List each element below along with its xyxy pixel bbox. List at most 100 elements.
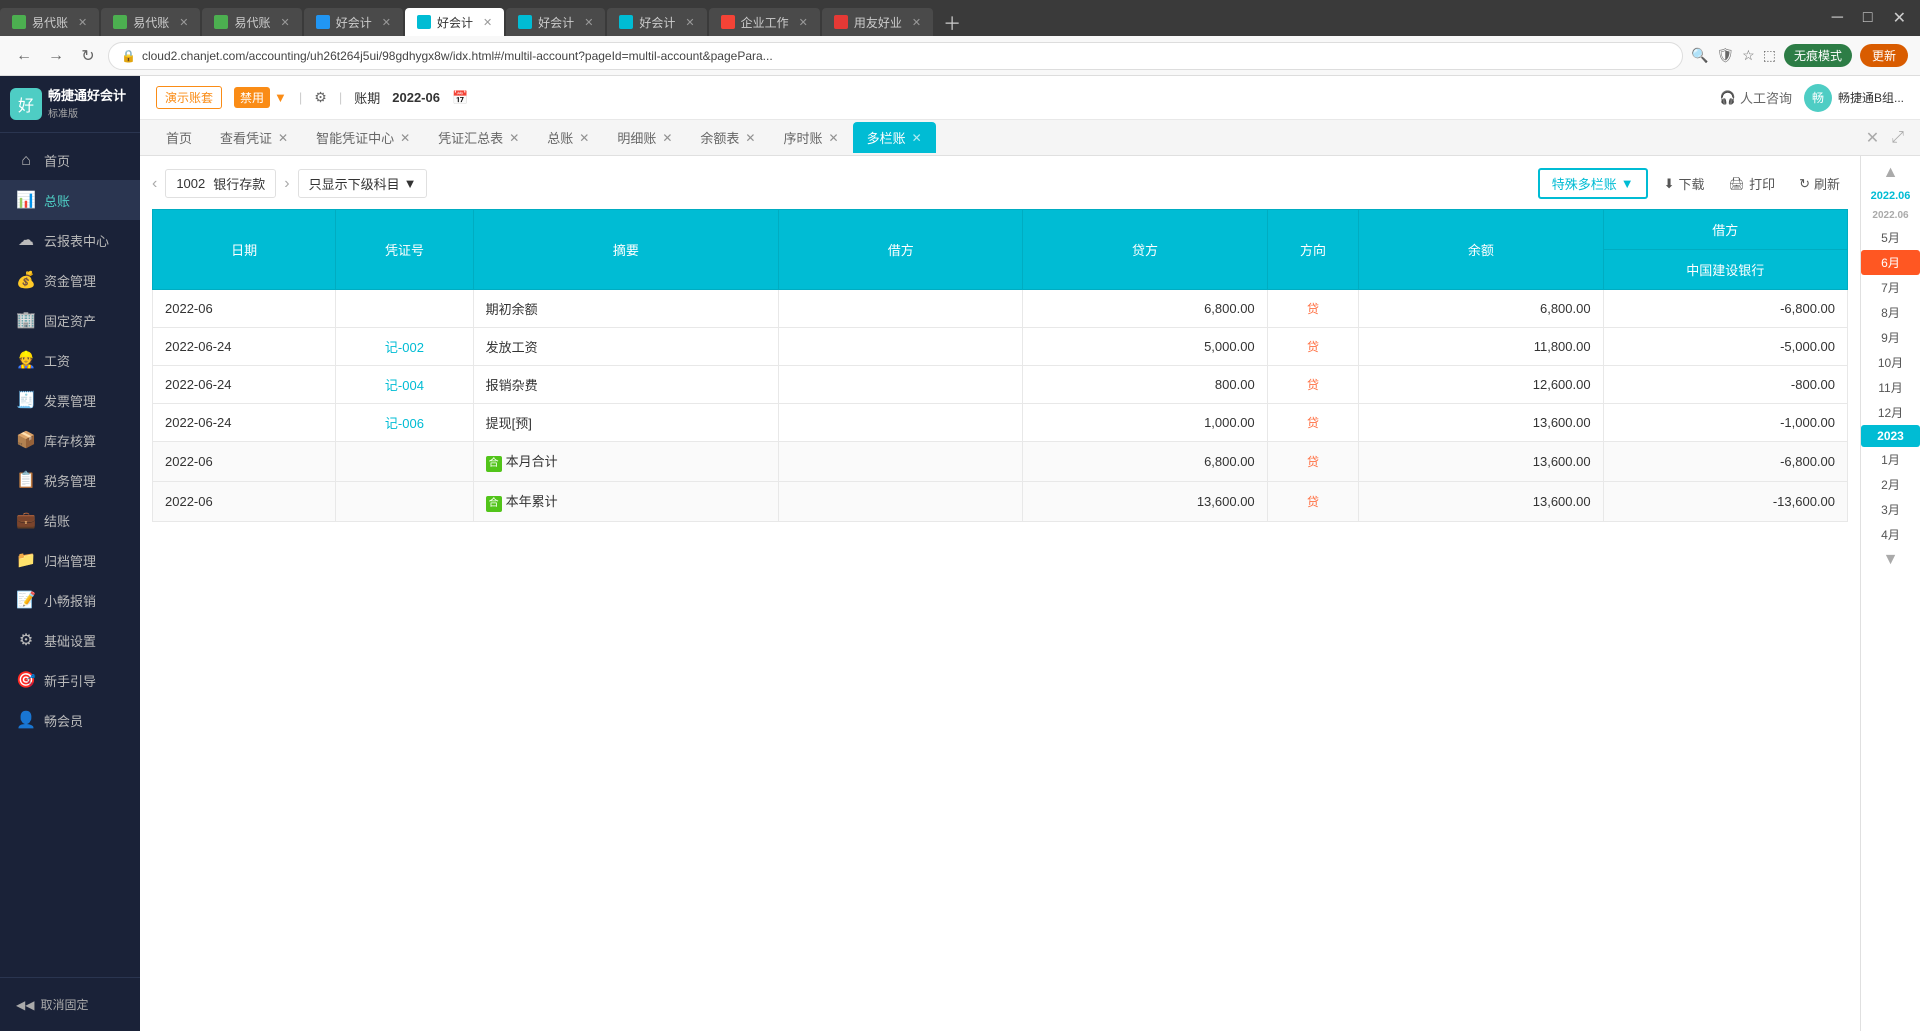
tab-close-9[interactable]: ✕: [912, 16, 921, 29]
tab-close-1[interactable]: ✕: [78, 16, 87, 29]
tab-close-5[interactable]: ✕: [483, 16, 492, 29]
sidebar-item-salary[interactable]: 👷 工资: [0, 340, 140, 380]
tab-balance[interactable]: 余额表 ✕: [686, 122, 769, 153]
sidebar-item-guide[interactable]: 🎯 新手引导: [0, 660, 140, 700]
shield-icon[interactable]: 🛡: [1716, 47, 1734, 64]
tab-close-2[interactable]: ✕: [179, 16, 188, 29]
cell-voucher[interactable]: 记-002: [336, 328, 473, 366]
tab-close-all-icon[interactable]: ✕: [1862, 126, 1883, 150]
tab-voucher-summary-close[interactable]: ✕: [509, 131, 519, 145]
sidebar-item-closing[interactable]: 💼 结账: [0, 500, 140, 540]
cell-voucher[interactable]: 记-006: [336, 404, 473, 442]
date-item-apr-2023[interactable]: 4月: [1861, 522, 1920, 547]
browser-tab-9[interactable]: 用友好业 ✕: [822, 8, 933, 36]
date-item-august[interactable]: 8月: [1861, 300, 1920, 325]
date-item-june[interactable]: 6月: [1861, 250, 1920, 275]
multi-col-button[interactable]: 特殊多栏账 ▼: [1538, 168, 1648, 199]
sidebar-item-settings[interactable]: ⚙ 基础设置: [0, 620, 140, 660]
sidebar-item-ledger[interactable]: 📊 总账: [0, 180, 140, 220]
cell-voucher[interactable]: 记-004: [336, 366, 473, 404]
date-item-2023[interactable]: 2023: [1861, 425, 1920, 447]
tab-multi-column[interactable]: 多栏账 ✕: [853, 122, 936, 153]
tab-expand-icon[interactable]: ⤢: [1887, 127, 1908, 149]
sidebar-item-home[interactable]: ⌂ 首页: [0, 141, 140, 180]
voucher-link[interactable]: 记-006: [385, 416, 424, 431]
back-button[interactable]: ←: [12, 47, 36, 65]
sidebar-item-assets[interactable]: 🏢 固定资产: [0, 300, 140, 340]
tab-balance-close[interactable]: ✕: [745, 131, 755, 145]
tab-home[interactable]: 首页: [152, 122, 206, 153]
voucher-link[interactable]: 记-002: [385, 340, 424, 355]
filter-select[interactable]: 只显示下级科目 ▼: [298, 169, 428, 198]
update-button[interactable]: 更新: [1860, 44, 1908, 67]
address-bar[interactable]: 🔒 cloud2.chanjet.com/accounting/uh26t264…: [108, 42, 1683, 70]
new-tab-button[interactable]: ＋: [935, 10, 969, 36]
print-button[interactable]: 🖨 打印: [1721, 170, 1784, 197]
sidebar-item-funds[interactable]: 💰 资金管理: [0, 260, 140, 300]
tab-voucher-summary[interactable]: 凭证汇总表 ✕: [424, 122, 533, 153]
unpin-button[interactable]: ◀◀ 取消固定: [0, 988, 140, 1021]
date-scroll-up[interactable]: ▲: [1879, 160, 1903, 186]
tab-detail-ledger[interactable]: 明细账 ✕: [603, 122, 686, 153]
sidebar-item-archive[interactable]: 📁 归档管理: [0, 540, 140, 580]
calendar-icon[interactable]: 📅: [452, 90, 468, 106]
browser-tab-4[interactable]: 好会计 ✕: [304, 8, 403, 36]
reload-button[interactable]: ↻: [76, 46, 100, 66]
date-item-december[interactable]: 12月: [1861, 400, 1920, 425]
browser-tab-2[interactable]: 易代账 ✕: [101, 8, 200, 36]
star-icon[interactable]: ☆: [1742, 47, 1755, 64]
tab-close-4[interactable]: ✕: [382, 16, 391, 29]
browser-tab-3[interactable]: 易代账 ✕: [202, 8, 301, 36]
tab-sequence[interactable]: 序时账 ✕: [769, 122, 852, 153]
tab-close-3[interactable]: ✕: [280, 16, 289, 29]
voucher-link[interactable]: 记-004: [385, 378, 424, 393]
tab-general-ledger-close[interactable]: ✕: [579, 131, 589, 145]
download-button[interactable]: ⬇ 下载: [1656, 170, 1713, 197]
date-item-november[interactable]: 11月: [1861, 375, 1920, 400]
sidebar-item-inventory[interactable]: 📦 库存核算: [0, 420, 140, 460]
close-button[interactable]: ✕: [1887, 6, 1912, 30]
sidebar-item-cloud[interactable]: ☁ 云报表中心: [0, 220, 140, 260]
date-item-may[interactable]: 5月: [1861, 225, 1920, 250]
minimize-button[interactable]: ─: [1826, 7, 1849, 29]
extensions-icon[interactable]: ⬚: [1763, 47, 1776, 64]
sidebar-item-expense[interactable]: 📝 小畅报销: [0, 580, 140, 620]
date-scroll-down[interactable]: ▼: [1879, 547, 1903, 573]
browser-tab-6[interactable]: 好会计 ✕: [506, 8, 605, 36]
browser-tab-1[interactable]: 易代账 ✕: [0, 8, 99, 36]
tab-multi-column-close[interactable]: ✕: [912, 131, 922, 145]
date-item-feb-2023[interactable]: 2月: [1861, 472, 1920, 497]
date-item-mar-2023[interactable]: 3月: [1861, 497, 1920, 522]
tab-voucher-view-close[interactable]: ✕: [278, 131, 288, 145]
tab-smart-voucher[interactable]: 智能凭证中心 ✕: [302, 122, 424, 153]
sidebar-item-tax[interactable]: 📋 税务管理: [0, 460, 140, 500]
browser-tab-8[interactable]: 企业工作 ✕: [709, 8, 820, 36]
account-next-button[interactable]: ›: [284, 175, 289, 193]
date-item-jan-2023[interactable]: 1月: [1861, 447, 1920, 472]
tab-smart-voucher-close[interactable]: ✕: [400, 131, 410, 145]
browser-tab-5[interactable]: 好会计 ✕: [405, 8, 504, 36]
search-icon[interactable]: 🔍: [1691, 47, 1708, 64]
maximize-button[interactable]: □: [1857, 7, 1879, 29]
browser-tab-7[interactable]: 好会计 ✕: [607, 8, 706, 36]
date-item-july[interactable]: 7月: [1861, 275, 1920, 300]
tab-detail-ledger-close[interactable]: ✕: [662, 131, 672, 145]
refresh-button[interactable]: ↻ 刷新: [1791, 170, 1848, 197]
date-item-september[interactable]: 9月: [1861, 325, 1920, 350]
account-prev-button[interactable]: ‹: [152, 175, 157, 193]
badge-dropdown[interactable]: ▼: [274, 90, 287, 105]
topbar-settings-icon[interactable]: ⚙: [314, 89, 327, 106]
date-item-october[interactable]: 10月: [1861, 350, 1920, 375]
account-selector[interactable]: 1002 银行存款: [165, 169, 276, 198]
incognito-button[interactable]: 无痕模式: [1784, 44, 1852, 67]
tab-close-7[interactable]: ✕: [685, 16, 694, 29]
consult-button[interactable]: 🎧 人工咨询: [1720, 88, 1792, 107]
tab-voucher-view[interactable]: 查看凭证 ✕: [206, 122, 302, 153]
tab-close-6[interactable]: ✕: [584, 16, 593, 29]
forward-button[interactable]: →: [44, 47, 68, 65]
sidebar-item-member[interactable]: 👤 畅会员: [0, 700, 140, 740]
tab-close-8[interactable]: ✕: [799, 16, 808, 29]
tab-sequence-close[interactable]: ✕: [829, 131, 839, 145]
sidebar-item-invoice[interactable]: 🧾 发票管理: [0, 380, 140, 420]
tab-general-ledger[interactable]: 总账 ✕: [533, 122, 603, 153]
